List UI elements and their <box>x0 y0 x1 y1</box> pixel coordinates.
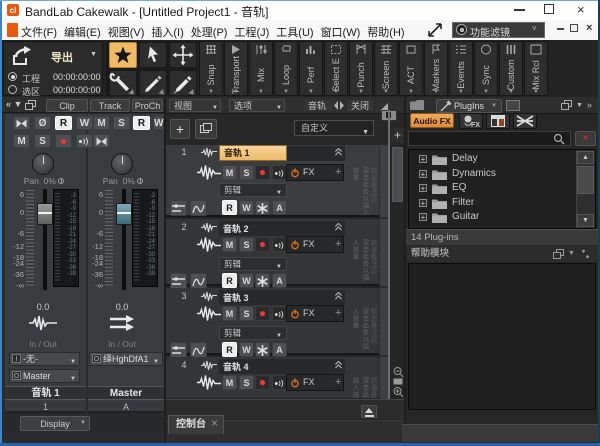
svg-text:FX: FX <box>471 122 480 128</box>
